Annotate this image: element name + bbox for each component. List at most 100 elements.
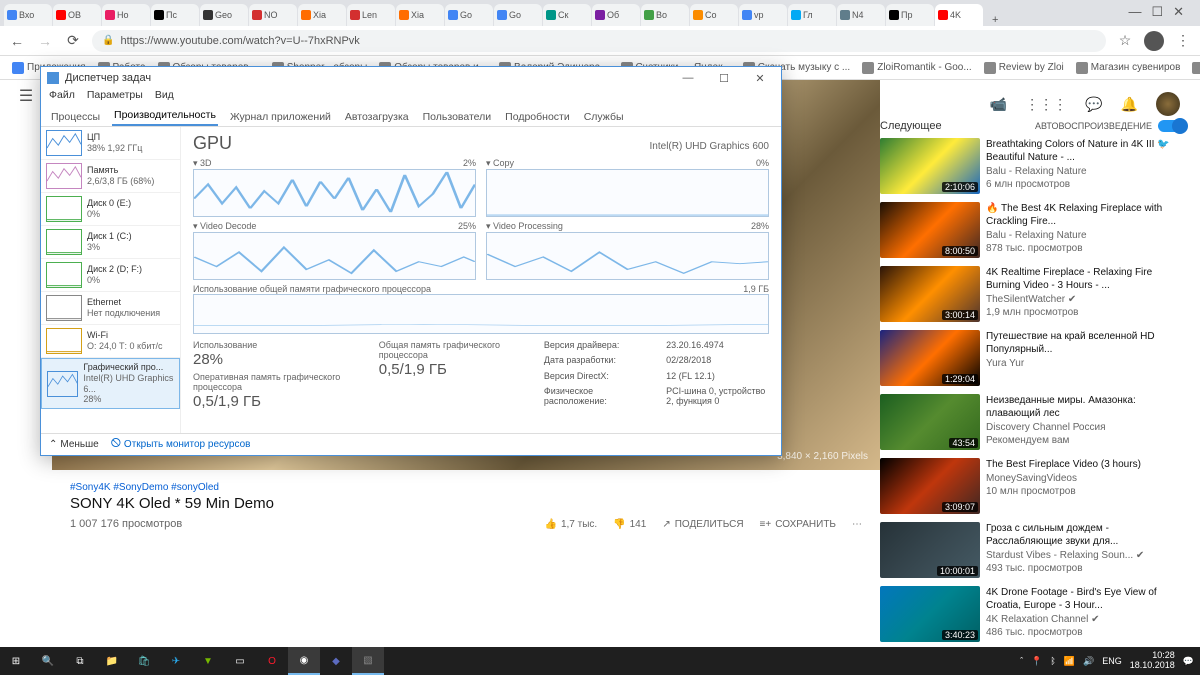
browser-tab[interactable]: N4 <box>837 4 885 26</box>
recommendation[interactable]: 1:29:04Путешествие на край вселенной HD … <box>880 330 1186 386</box>
browser-tab[interactable]: vp <box>739 4 787 26</box>
tm-sidebar-item[interactable]: Диск 2 (D; F:)0% <box>41 259 180 292</box>
tm-tab[interactable]: Журнал приложений <box>228 109 333 126</box>
telegram-icon[interactable]: ✈ <box>160 647 192 675</box>
browser-tab[interactable]: Len <box>347 4 395 26</box>
minimize-icon[interactable]: — <box>1128 4 1141 20</box>
browser-tab[interactable]: Ho <box>102 4 150 26</box>
explorer-icon[interactable]: 📁 <box>96 647 128 675</box>
fewer-details-button[interactable]: ⌃ Меньше <box>49 439 99 450</box>
profile-icon[interactable] <box>1144 31 1164 51</box>
browser-tab[interactable]: 4K <box>935 4 983 26</box>
browser-tab[interactable]: Geo <box>200 4 248 26</box>
messages-icon[interactable]: 💬 <box>1085 96 1102 113</box>
volume-icon[interactable]: 🔊 <box>1083 656 1094 667</box>
hamburger-icon[interactable]: ☰ <box>19 86 33 106</box>
tm-menu-item[interactable]: Параметры <box>87 89 143 107</box>
recommendation[interactable]: 2:10:06Breathtaking Colors of Nature in … <box>880 138 1186 194</box>
browser-tab[interactable]: Go <box>445 4 493 26</box>
browser-tab[interactable]: Bo <box>641 4 689 26</box>
browser-tab[interactable]: Xia <box>396 4 444 26</box>
bookmark[interactable]: Review by Zloi <box>980 62 1068 74</box>
start-button[interactable]: ⊞ <box>0 647 32 675</box>
location-icon[interactable]: 📍 <box>1031 656 1042 667</box>
clock[interactable]: 10:2818.10.2018 <box>1130 651 1175 671</box>
browser-tab[interactable]: Go <box>494 4 542 26</box>
browser-tab[interactable]: Гл <box>788 4 836 26</box>
tm-close[interactable]: ✕ <box>745 72 775 85</box>
more-button[interactable]: ⋯ <box>852 519 862 530</box>
browser-tab[interactable]: OB <box>53 4 101 26</box>
autoplay-toggle[interactable] <box>1158 120 1186 132</box>
language-indicator[interactable]: ENG <box>1102 656 1122 666</box>
bookmark[interactable]: Магазин сувениров <box>1072 62 1185 74</box>
tm-tab[interactable]: Подробности <box>503 109 572 126</box>
tm-menu-item[interactable]: Файл <box>49 89 75 107</box>
tm-sidebar-item[interactable]: Wi-FiO: 24,0 Т: 0 кбит/с <box>41 325 180 358</box>
tm-sidebar-item[interactable]: Память2,6/3,8 ГБ (68%) <box>41 160 180 193</box>
calc-icon[interactable]: ▭ <box>224 647 256 675</box>
tm-sidebar-item[interactable]: ЦП38% 1,92 ГГц <box>41 127 180 160</box>
tm-sidebar-item[interactable]: EthernetНет подключения <box>41 292 180 325</box>
tm-maximize[interactable]: ☐ <box>709 72 739 85</box>
notifications-icon[interactable]: 🔔 <box>1121 96 1138 113</box>
tm-menu-item[interactable]: Вид <box>155 89 174 107</box>
tm-sidebar-item[interactable]: Диск 0 (E:)0% <box>41 193 180 226</box>
reload-button[interactable]: ⟳ <box>64 32 82 49</box>
browser-tab[interactable]: NO <box>249 4 297 26</box>
opera-icon[interactable]: O <box>256 647 288 675</box>
forward-button[interactable]: → <box>36 33 54 49</box>
recommendation[interactable]: 8:00:50🔥 The Best 4K Relaxing Fireplace … <box>880 202 1186 258</box>
store-icon[interactable]: 🛍 <box>128 647 160 675</box>
task-view-icon[interactable]: ⧉ <box>64 647 96 675</box>
recommendation[interactable]: 10:00:01Гроза с сильным дождем - Расслаб… <box>880 522 1186 578</box>
bookmark[interactable]: ZloiRomantik - Goo... <box>858 62 975 74</box>
notifications-icon[interactable]: 💬 <box>1183 656 1194 667</box>
video-hashtags[interactable]: #Sony4K #SonyDemo #sonyOled <box>70 482 862 493</box>
tm-tab[interactable]: Пользователи <box>421 109 494 126</box>
app-icon[interactable]: ◆ <box>320 647 352 675</box>
browser-tab[interactable]: Ск <box>543 4 591 26</box>
new-tab-button[interactable]: + <box>984 14 1006 26</box>
recommendation[interactable]: 43:54Неизведанные миры. Амазонка: плаваю… <box>880 394 1186 450</box>
close-icon[interactable]: ✕ <box>1173 4 1184 20</box>
url-input[interactable]: 🔒 https://www.youtube.com/watch?v=U--7hx… <box>92 30 1106 52</box>
chrome-icon[interactable]: ◉ <box>288 647 320 675</box>
like-button[interactable]: 👍 1,7 тыс. <box>544 519 597 530</box>
tm-sidebar-item[interactable]: Графический про...Intel(R) UHD Graphics … <box>41 358 180 409</box>
search-icon[interactable]: 🔍 <box>32 647 64 675</box>
tm-tab[interactable]: Производительность <box>112 107 218 126</box>
star-icon[interactable]: ☆ <box>1116 32 1134 49</box>
recommendation[interactable]: 3:00:144K Realtime Fireplace - Relaxing … <box>880 266 1186 322</box>
tm-titlebar[interactable]: Диспетчер задач — ☐ ✕ <box>41 67 781 89</box>
resource-monitor-link[interactable]: 🛇 Открыть монитор ресурсов <box>111 436 251 453</box>
save-button[interactable]: ≡+ СОХРАНИТЬ <box>760 519 836 530</box>
avatar[interactable] <box>1156 92 1180 116</box>
back-button[interactable]: ← <box>8 33 26 49</box>
tm-tab[interactable]: Автозагрузка <box>343 109 411 126</box>
browser-tab[interactable]: Co <box>690 4 738 26</box>
torrent-icon[interactable]: ▼ <box>192 647 224 675</box>
taskmgr-icon[interactable]: ▧ <box>352 647 384 675</box>
browser-tab[interactable]: Пр <box>886 4 934 26</box>
tm-tab[interactable]: Службы <box>582 109 626 126</box>
tm-minimize[interactable]: — <box>673 72 703 84</box>
share-button[interactable]: ↗ ПОДЕЛИТЬСЯ <box>662 519 743 530</box>
tm-sidebar-item[interactable]: Диск 1 (C:)3% <box>41 226 180 259</box>
recommendation[interactable]: 3:40:234K Drone Footage - Bird's Eye Vie… <box>880 586 1186 642</box>
browser-tab[interactable]: Об <box>592 4 640 26</box>
apps-icon[interactable]: ⋮⋮⋮ <box>1025 96 1067 113</box>
tray-chevron-icon[interactable]: ˆ <box>1020 656 1023 666</box>
bluetooth-icon[interactable]: ᛒ <box>1050 656 1055 666</box>
browser-tab[interactable]: Пс <box>151 4 199 26</box>
dislike-button[interactable]: 👎 141 <box>613 519 646 530</box>
menu-icon[interactable]: ⋮ <box>1174 32 1192 49</box>
upload-icon[interactable]: 📹 <box>990 96 1007 113</box>
browser-tab[interactable]: Вхо <box>4 4 52 26</box>
browser-tab[interactable]: Xia <box>298 4 346 26</box>
other-bookmarks[interactable]: Другие закладки <box>1188 62 1200 74</box>
maximize-icon[interactable]: ☐ <box>1151 4 1163 20</box>
tm-tab[interactable]: Процессы <box>49 109 102 126</box>
system-tray[interactable]: ˆ 📍 ᛒ 📶 🔊 ENG 10:2818.10.2018 💬 <box>1014 651 1200 671</box>
recommendation[interactable]: 3:09:07The Best Fireplace Video (3 hours… <box>880 458 1186 514</box>
